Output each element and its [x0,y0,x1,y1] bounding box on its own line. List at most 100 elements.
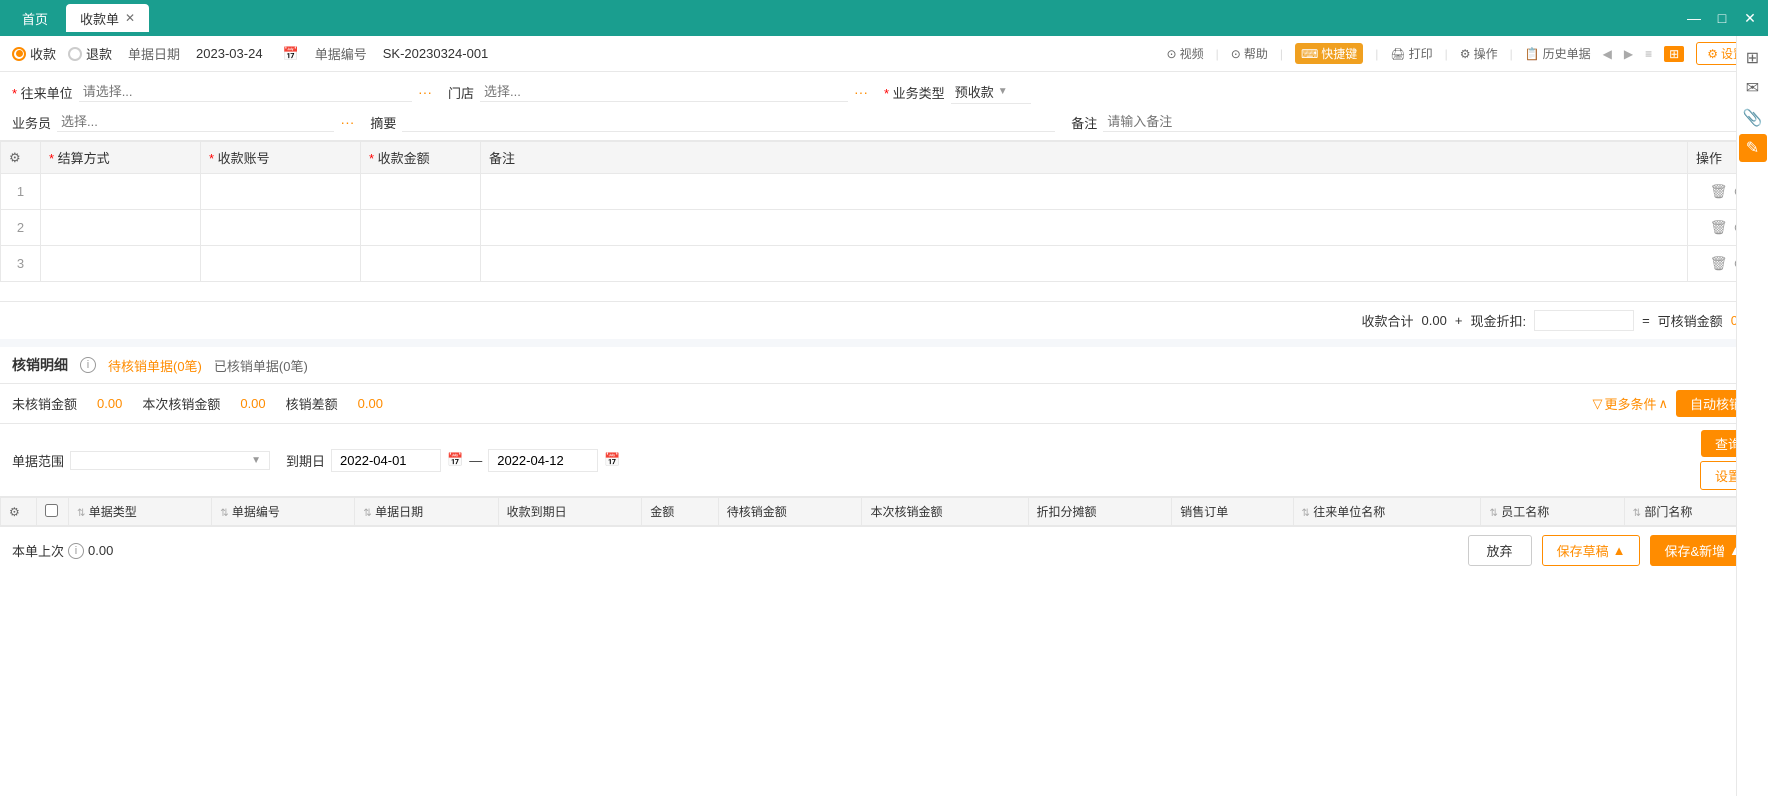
bottom-table-gear-icon[interactable]: ⚙ [9,505,20,519]
table-row: 1 🗑 ⊕ [1,174,1768,210]
nav-next[interactable]: ▶ [1624,47,1633,61]
sidebar-table-icon[interactable]: ⊞ [1739,44,1767,72]
help-btn[interactable]: ⊙ 帮助 [1231,45,1268,62]
verify-stats: 未核销金额 0.00 本次核销金额 0.00 核销差额 0.00 ▽ 更多条件 … [0,384,1768,424]
verify-filter: 单据范围 ▼ 到期日 📅 — 📅 查询 设置 [0,424,1768,497]
window-controls: — □ ✕ [1684,8,1760,28]
tab-receipt-close[interactable]: ✕ [125,11,135,25]
calendar-to-icon[interactable]: 📅 [604,452,620,468]
diff-label: 核销差额 [286,394,338,413]
print-btn[interactable]: 🖨 打印 [1390,45,1432,62]
tab-receipt[interactable]: 收款单 ✕ [66,4,149,32]
discount-input[interactable] [1534,310,1634,331]
salesperson-input[interactable] [57,112,334,132]
row-3-remark[interactable] [481,246,1688,282]
row-2-amount[interactable] [361,210,481,246]
range-label: 单据范围 [12,451,64,470]
tab-home[interactable]: 首页 [8,4,62,32]
prev-value: 0.00 [88,543,113,558]
counterpart-input[interactable] [79,82,412,102]
row-2-account[interactable] [201,210,361,246]
calendar-from-icon[interactable]: 📅 [447,452,463,468]
shortcut-btn[interactable]: ⌨ 快捷键 [1295,43,1363,64]
receipt-radio-label: 收款 [30,44,56,63]
layout-list[interactable]: ≡ [1645,47,1652,61]
counterpart-label: 往来单位 [12,83,73,102]
row-1-account[interactable] [201,174,361,210]
row-2-settlement[interactable] [41,210,201,246]
date-calendar-icon[interactable]: 📅 [283,46,299,62]
col-remark: 备注 [481,142,1688,174]
history-btn[interactable]: 📋 历史单据 [1525,45,1591,62]
done-tab-link[interactable]: 已核销单据(0笔) [214,356,308,375]
maximize-btn[interactable]: □ [1712,8,1732,28]
more-conditions-btn[interactable]: ▽ 更多条件 ∧ [1592,394,1668,413]
abstract-input[interactable] [402,112,1055,132]
footer-right: 放弃 保存草稿 ▲ 保存&新增 ▲ [1468,535,1756,566]
gear-icon: ⚙ [1707,47,1718,61]
discard-btn[interactable]: 放弃 [1468,535,1532,566]
sidebar-edit-icon[interactable]: ✎ [1739,134,1767,162]
refund-radio[interactable]: 退款 [68,44,112,63]
range-select[interactable]: ▼ [70,451,270,470]
nav-prev[interactable]: ◀ [1603,47,1612,61]
verify-header: 核销明细 i 待核销单据(0笔) 已核销单据(0笔) [0,347,1768,384]
business-type-select[interactable]: 预收款 ▼ [951,80,1031,104]
table-gear-icon[interactable]: ⚙ [9,150,21,165]
btcol-current: 本次核销金额 [862,498,1028,526]
chevron-down-icon: ▼ [998,86,1008,97]
row-2-delete-icon[interactable]: 🗑 [1710,219,1728,236]
row-3-delete-icon[interactable]: 🗑 [1710,255,1728,272]
store-input[interactable] [480,82,848,102]
table-row: 3 🗑 ⊕ [1,246,1768,282]
bottom-table-area: ⚙ ⇅ 单据类型 ⇅ 单据编号 ⇅ 单据日期 [0,497,1768,526]
date-value: 2023-03-24 [196,46,263,61]
row-3-account[interactable] [201,246,361,282]
row-1-settlement[interactable] [41,174,201,210]
unchecked-value: 0.00 [97,396,122,411]
tab-bar: 首页 收款单 ✕ — □ ✕ [0,0,1768,36]
info-icon[interactable]: i [80,357,96,373]
date-to-input[interactable] [488,449,598,472]
row-2-remark[interactable] [481,210,1688,246]
minimize-btn[interactable]: — [1684,8,1704,28]
row-1-remark[interactable] [481,174,1688,210]
save-draft-btn[interactable]: 保存草稿 ▲ [1542,535,1641,566]
row-1-delete-icon[interactable]: 🗑 [1710,183,1728,200]
pending-tab-link[interactable]: 待核销单据(0笔) [108,356,202,375]
select-all-checkbox[interactable] [45,504,58,517]
salesperson-more-btn[interactable]: ··· [340,114,354,130]
col-amount: 收款金额 [361,142,481,174]
table-area: ⚙ 结算方式 收款账号 收款金额 备注 操作 1 [0,141,1768,301]
save-draft-label: 保存草稿 [1557,541,1609,560]
form-area: 往来单位 ··· 门店 ··· 业务类型 预收款 ▼ 业务员 ··· [0,72,1768,141]
date-label: 到期日 [286,451,325,470]
row-3-num: 3 [1,246,41,282]
table-row: 2 🗑 ⊕ [1,210,1768,246]
btcol-counterpart: ⇅ 往来单位名称 [1293,498,1481,526]
close-btn[interactable]: ✕ [1740,8,1760,28]
unchecked-label: 未核销金额 [12,394,77,413]
verify-title: 核销明细 [12,355,68,375]
save-draft-arrow-icon: ▲ [1613,543,1626,558]
sidebar-attachment-icon[interactable]: 📎 [1739,104,1767,132]
row-3-amount[interactable] [361,246,481,282]
video-btn[interactable]: ⊙ 视频 [1167,45,1204,62]
receipt-radio[interactable]: 收款 [12,44,56,63]
total-value: 0.00 [1422,313,1447,328]
store-more-btn[interactable]: ··· [854,84,868,100]
layout-grid[interactable]: ⊞ [1664,46,1684,62]
prev-label: 本单上次 [12,541,64,560]
footer: 本单上次 i 0.00 放弃 保存草稿 ▲ 保存&新增 ▲ [0,526,1768,574]
remark-input[interactable] [1103,112,1756,132]
date-from-input[interactable] [331,449,441,472]
btcol-employee: ⇅ 员工名称 [1481,498,1624,526]
prev-info-icon[interactable]: i [68,543,84,559]
operations-btn[interactable]: ⚙ 操作 [1460,45,1498,62]
btcol-due-date: 收款到期日 [498,498,642,526]
row-3-settlement[interactable] [41,246,201,282]
counterpart-more-btn[interactable]: ··· [418,84,432,100]
sidebar-email-icon[interactable]: ✉ [1739,74,1767,102]
row-1-amount[interactable] [361,174,481,210]
diff-value: 0.00 [358,396,383,411]
